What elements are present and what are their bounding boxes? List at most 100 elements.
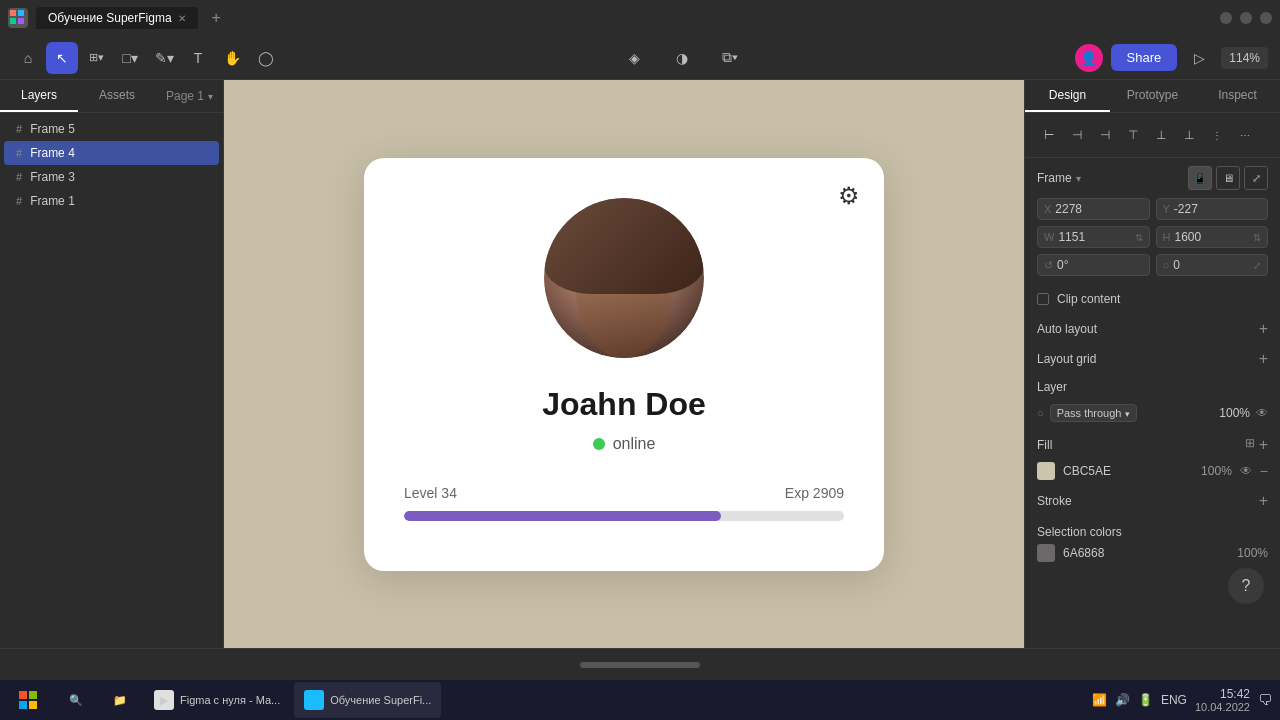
align-right[interactable]: ⊣ (1093, 123, 1117, 147)
layer-item-frame4[interactable]: # Frame 4 (4, 141, 219, 165)
tab-prototype[interactable]: Prototype (1110, 80, 1195, 112)
y-input[interactable]: Y -227 (1156, 198, 1269, 220)
taskbar: 🔍 📁 ▶ Figma с нуля - Ма... Обучение Supe… (0, 680, 1280, 720)
tab-assets[interactable]: Assets (78, 80, 156, 112)
tab-close-btn[interactable]: ✕ (178, 13, 186, 24)
play-button[interactable]: ▷ (1185, 44, 1213, 72)
h-value: 1600 (1174, 230, 1201, 244)
blend-dropdown-icon: ▾ (1125, 409, 1130, 419)
x-field: X 2278 (1037, 198, 1150, 220)
status-text: online (613, 435, 656, 453)
fill-add[interactable]: + (1259, 436, 1268, 454)
x-input[interactable]: X 2278 (1037, 198, 1150, 220)
taskbar-figma-app[interactable]: Обучение SuperFi... (294, 682, 441, 718)
online-indicator (593, 438, 605, 450)
rotation-input[interactable]: ↺ 0° (1037, 254, 1150, 276)
layer-item-frame1[interactable]: # Frame 1 (4, 189, 219, 213)
zoom-level[interactable]: 114% (1221, 47, 1268, 69)
tab-design[interactable]: Design (1025, 80, 1110, 112)
clip-content-checkbox[interactable] (1037, 293, 1049, 305)
canvas[interactable]: ⚙ Joahn Doe online Level 34 Exp 2909 (224, 80, 1024, 648)
text-tool[interactable]: T (182, 42, 214, 74)
bottom-bar (0, 648, 1280, 680)
clip-content-row: Clip content (1025, 286, 1280, 312)
taskbar-search[interactable]: 🔍 (56, 682, 96, 718)
maximize-btn[interactable]: □ (1240, 12, 1252, 24)
share-button[interactable]: Share (1111, 44, 1178, 71)
canvas-inner: ⚙ Joahn Doe online Level 34 Exp 2909 (364, 158, 884, 571)
comment-tool[interactable]: ◯ (250, 42, 282, 74)
darkmode-btn[interactable]: ◑ (666, 42, 698, 74)
svg-rect-1 (18, 10, 24, 16)
w-input[interactable]: W 1151 ⇅ (1037, 226, 1150, 248)
layout-grid-add[interactable]: + (1259, 350, 1268, 368)
w-stepper[interactable]: ⇅ (1135, 232, 1143, 243)
layer-item-frame5[interactable]: # Frame 5 (4, 117, 219, 141)
corner-input[interactable]: ○ 0 ⤢ (1156, 254, 1269, 276)
desktop-frame-icon[interactable]: 🖥 (1216, 166, 1240, 190)
hand-tool[interactable]: ✋ (216, 42, 248, 74)
layer-item-frame3[interactable]: # Frame 3 (4, 165, 219, 189)
home-tool[interactable]: ⌂ (12, 42, 44, 74)
taskbar-figma-learn[interactable]: ▶ Figma с нуля - Ма... (144, 682, 290, 718)
layout-grid-header: Layout grid + (1025, 342, 1280, 372)
auto-layout-header: Auto layout + (1025, 312, 1280, 342)
settings-icon[interactable]: ⚙ (838, 182, 860, 210)
distribute-h[interactable]: ⋮ (1205, 123, 1229, 147)
w-label: W (1044, 231, 1054, 243)
frame-tool[interactable]: ⊞▾ (80, 42, 112, 74)
h-field: H 1600 ⇅ (1156, 226, 1269, 248)
minimize-btn[interactable]: ─ (1220, 12, 1232, 24)
sel-color-hex[interactable]: 6A6868 (1063, 546, 1229, 560)
svg-rect-0 (10, 10, 16, 16)
page-dropdown-icon[interactable]: ▾ (208, 91, 213, 102)
fill-opacity-value[interactable]: 100% (1201, 464, 1232, 478)
notification-icon[interactable]: 🗨 (1258, 692, 1272, 708)
stroke-add[interactable]: + (1259, 492, 1268, 510)
active-tab[interactable]: Обучение SuperFigma ✕ (36, 7, 198, 29)
add-tab-btn[interactable]: + (206, 9, 227, 27)
help-button[interactable]: ? (1228, 568, 1264, 604)
select-tool[interactable]: ↖ (46, 42, 78, 74)
resize-icon[interactable]: ⤢ (1244, 166, 1268, 190)
fill-grid-icon[interactable]: ⊞ (1245, 436, 1255, 454)
user-avatar: 👤 (1075, 44, 1103, 72)
svg-rect-2 (10, 18, 16, 24)
distribute-v[interactable]: ⋯ (1233, 123, 1257, 147)
align-left[interactable]: ⊢ (1037, 123, 1061, 147)
arrange-btn[interactable]: ⧉▾ (714, 42, 746, 74)
h-stepper[interactable]: ⇅ (1253, 232, 1261, 243)
phone-frame-icon[interactable]: 📱 (1188, 166, 1212, 190)
blend-mode-select[interactable]: Pass through ▾ (1050, 404, 1137, 422)
fill-visibility-icon[interactable]: 👁 (1240, 464, 1252, 478)
frame-dropdown-icon[interactable]: ▾ (1076, 173, 1081, 184)
taskbar-explorer[interactable]: 📁 (100, 682, 140, 718)
align-center-h[interactable]: ⊣ (1065, 123, 1089, 147)
h-input[interactable]: H 1600 ⇅ (1156, 226, 1269, 248)
opacity-value[interactable]: 100% (1219, 406, 1250, 420)
app-icon (8, 8, 28, 28)
shape-tool[interactable]: □▾ (114, 42, 146, 74)
fill-section-title: Fill (1037, 438, 1052, 452)
svg-rect-6 (19, 701, 27, 709)
fill-color-swatch[interactable] (1037, 462, 1055, 480)
visibility-toggle[interactable]: 👁 (1256, 406, 1268, 420)
layout-grid-title: Layout grid (1037, 352, 1096, 366)
close-btn[interactable]: ✕ (1260, 12, 1272, 24)
fill-remove-btn[interactable]: − (1260, 463, 1268, 479)
components-btn[interactable]: ◈ (618, 42, 650, 74)
pen-tool[interactable]: ✎▾ (148, 42, 180, 74)
align-top[interactable]: ⊤ (1121, 123, 1145, 147)
scroll-thumb[interactable] (580, 662, 700, 668)
align-center-v[interactable]: ⊥ (1149, 123, 1173, 147)
lang-label[interactable]: ENG (1161, 693, 1187, 707)
start-button[interactable] (8, 680, 48, 720)
fill-hex-value[interactable]: CBC5AE (1063, 464, 1193, 478)
auto-layout-add[interactable]: + (1259, 320, 1268, 338)
titlebar: Обучение SuperFigma ✕ + ─ □ ✕ (0, 0, 1280, 36)
tab-layers[interactable]: Layers (0, 80, 78, 112)
sel-color-swatch[interactable] (1037, 544, 1055, 562)
tab-inspect[interactable]: Inspect (1195, 80, 1280, 112)
expand-icon[interactable]: ⤢ (1253, 260, 1261, 271)
align-bottom[interactable]: ⊥ (1177, 123, 1201, 147)
